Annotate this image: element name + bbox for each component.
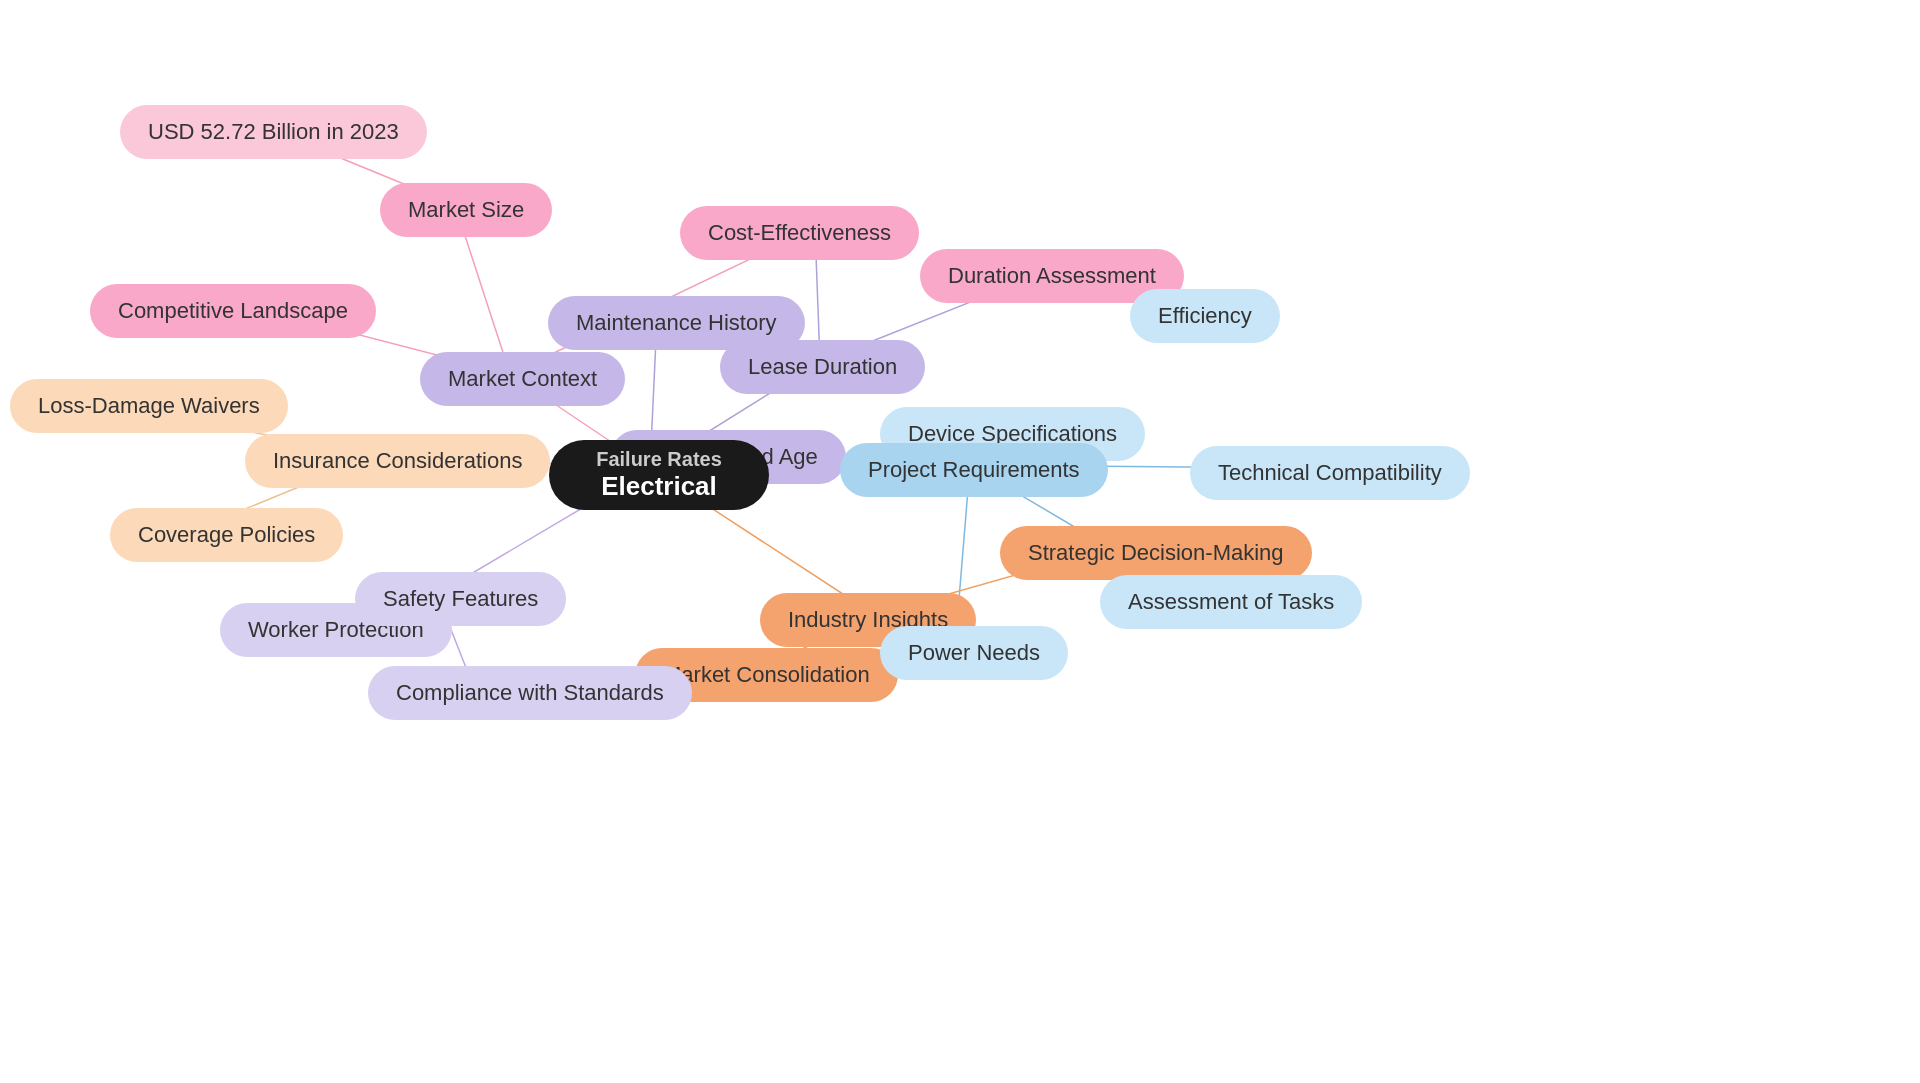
coverage-policies-label: Coverage Policies xyxy=(138,522,315,548)
center-node[interactable]: Failure Rates Electrical xyxy=(549,440,769,510)
maintenance-history-label: Maintenance History xyxy=(576,310,777,336)
loss-damage-node[interactable]: Loss-Damage Waivers xyxy=(10,379,288,433)
competitive-landscape-node[interactable]: Competitive Landscape xyxy=(90,284,376,338)
cost-effectiveness-label: Cost-Effectiveness xyxy=(708,220,891,246)
assessment-tasks-node[interactable]: Assessment of Tasks xyxy=(1100,575,1362,629)
insurance-considerations-label: Insurance Considerations xyxy=(273,448,522,474)
power-needs-label: Power Needs xyxy=(908,640,1040,666)
lease-duration-node[interactable]: Lease Duration xyxy=(720,340,925,394)
duration-assessment-label: Duration Assessment xyxy=(948,263,1156,289)
insurance-considerations-node[interactable]: Insurance Considerations xyxy=(245,434,550,488)
cost-effectiveness-node[interactable]: Cost-Effectiveness xyxy=(680,206,919,260)
strategic-decision-label: Strategic Decision-Making xyxy=(1028,540,1284,566)
strategic-decision-node[interactable]: Strategic Decision-Making xyxy=(1000,526,1312,580)
market-consolidation-label: Market Consolidation xyxy=(663,662,870,688)
center-sublabel: Failure Rates xyxy=(596,448,722,471)
technical-compatibility-node[interactable]: Technical Compatibility xyxy=(1190,446,1470,500)
assessment-tasks-label: Assessment of Tasks xyxy=(1128,589,1334,615)
efficiency-label: Efficiency xyxy=(1158,303,1252,329)
safety-features-node[interactable]: Safety Features xyxy=(355,572,566,626)
project-requirements-label: Project Requirements xyxy=(868,457,1080,483)
lease-duration-label: Lease Duration xyxy=(748,354,897,380)
market-context-label: Market Context xyxy=(448,366,597,392)
market-size-node[interactable]: Market Size xyxy=(380,183,552,237)
coverage-policies-node[interactable]: Coverage Policies xyxy=(110,508,343,562)
safety-features-label: Safety Features xyxy=(383,586,538,612)
market-context-node[interactable]: Market Context xyxy=(420,352,625,406)
efficiency-node[interactable]: Efficiency xyxy=(1130,289,1280,343)
center-label: Electrical xyxy=(596,471,722,502)
technical-compatibility-label: Technical Compatibility xyxy=(1218,460,1442,486)
compliance-standards-node[interactable]: Compliance with Standards xyxy=(368,666,692,720)
loss-damage-label: Loss-Damage Waivers xyxy=(38,393,260,419)
competitive-landscape-label: Competitive Landscape xyxy=(118,298,348,324)
usd-node[interactable]: USD 52.72 Billion in 2023 xyxy=(120,105,427,159)
compliance-standards-label: Compliance with Standards xyxy=(396,680,664,706)
market-size-label: Market Size xyxy=(408,197,524,223)
usd-label: USD 52.72 Billion in 2023 xyxy=(148,119,399,145)
power-needs-node[interactable]: Power Needs xyxy=(880,626,1068,680)
project-requirements-node[interactable]: Project Requirements xyxy=(840,443,1108,497)
